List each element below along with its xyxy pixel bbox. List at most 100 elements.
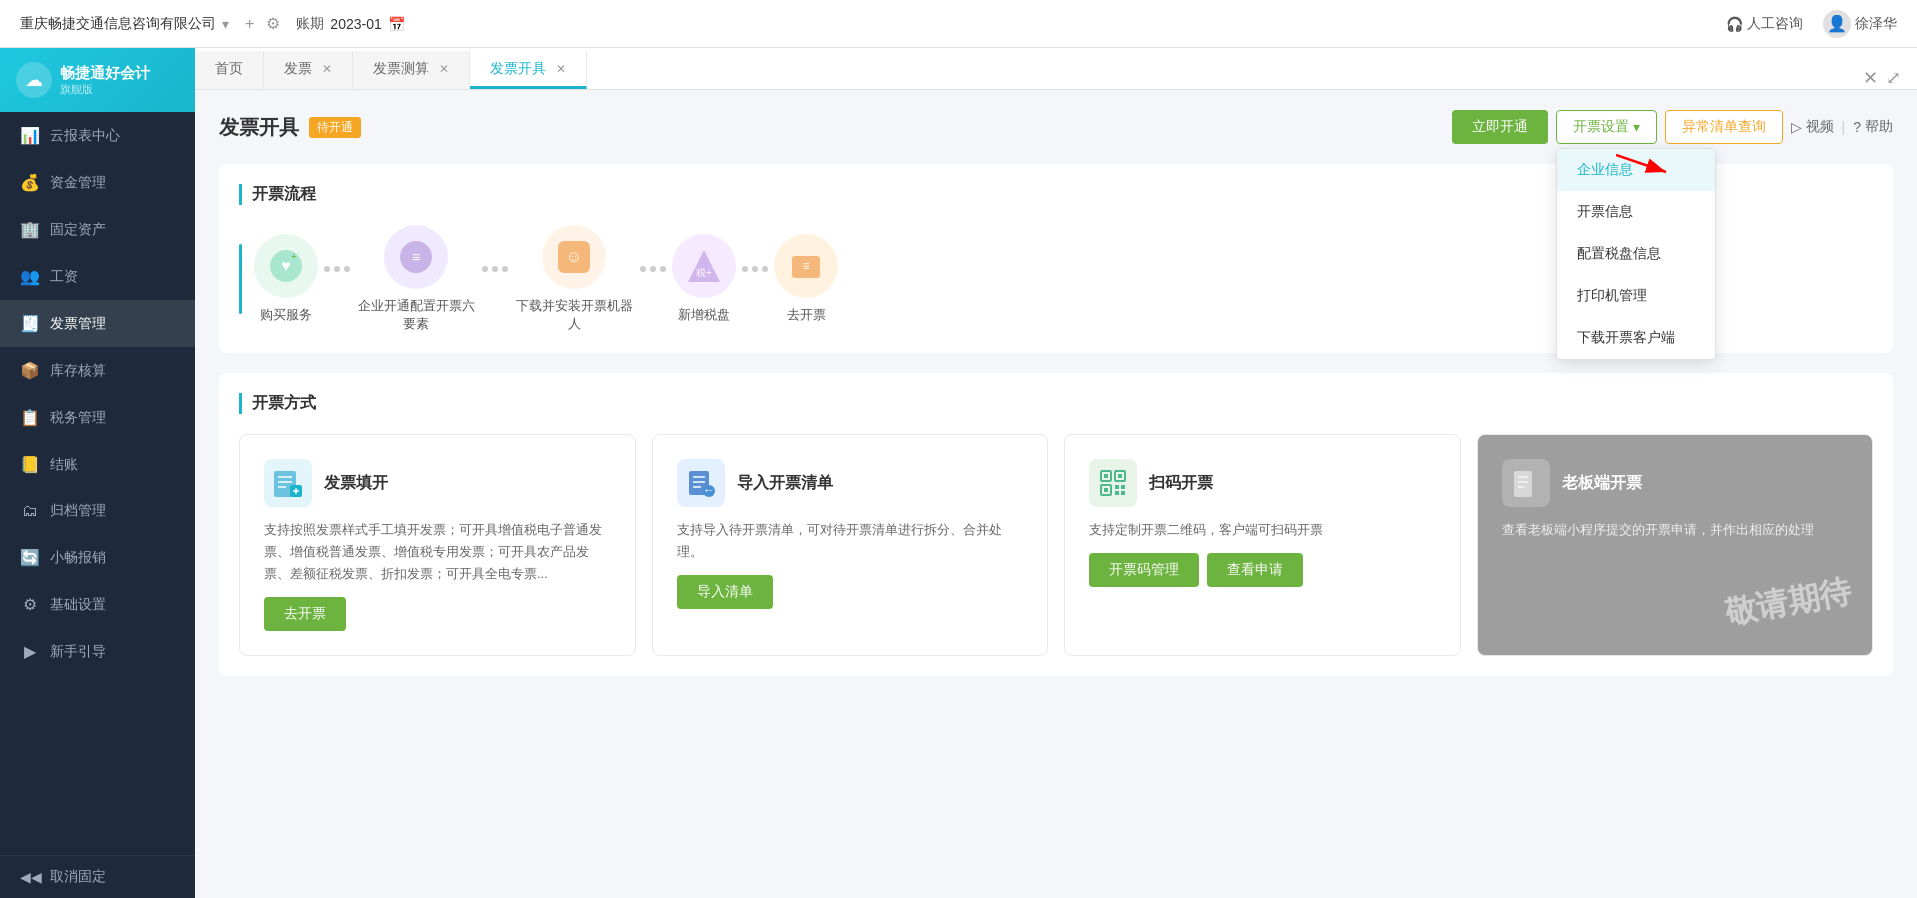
logo-area: ☁ 畅捷通好会计 旗舰版	[0, 48, 195, 112]
tab-close-window-icon[interactable]: ✕	[1863, 67, 1878, 89]
svg-text:+: +	[291, 251, 297, 262]
tab-fapiaokaju-close[interactable]: ✕	[556, 62, 566, 76]
watermark: 敬请期待	[1721, 571, 1855, 637]
sidebar-label: 固定资产	[50, 221, 106, 239]
sidebar-item-yunbiaobiao[interactable]: 📊 云报表中心	[0, 112, 195, 159]
sidebar-item-fapiao[interactable]: 🧾 发票管理	[0, 300, 195, 347]
svg-rect-29	[1104, 474, 1108, 478]
sidebar-item-xinshou[interactable]: ▶ 新手引导	[0, 628, 195, 675]
sidebar-label: 发票管理	[50, 315, 106, 333]
svg-rect-33	[1121, 485, 1125, 489]
tab-fapiaokaju[interactable]: 发票开具 ✕	[470, 51, 587, 89]
method-icon-2: ←	[677, 459, 725, 507]
method-icon-3	[1089, 459, 1137, 507]
method-header-2: ← 导入开票清单	[677, 459, 1024, 507]
flow-step-1-wrapper: ♥ + 购买服务	[239, 234, 318, 324]
dropdown-item-invoice-info[interactable]: 开票信息	[1557, 191, 1715, 233]
calendar-icon[interactable]: 📅	[388, 16, 405, 32]
method-card-fill: 发票填开 支持按照发票样式手工填开发票；可开具增值税电子普通发票、增值税普通发票…	[239, 434, 636, 656]
activate-button[interactable]: 立即开通	[1452, 110, 1548, 144]
method-section-title: 开票方式	[239, 393, 1873, 414]
method-desc-4: 查看老板端小程序提交的开票申请，并作出相应的处理	[1502, 519, 1849, 541]
tab-maximize-icon[interactable]: ⤢	[1886, 67, 1901, 89]
tab-fapiao-label: 发票	[284, 60, 312, 78]
dot	[762, 266, 768, 272]
svg-rect-31	[1104, 488, 1108, 492]
jiezhang-icon: 📒	[20, 455, 40, 474]
help-button[interactable]: ? 帮助	[1853, 118, 1893, 136]
flow-step-1: ♥ + 购买服务	[254, 234, 318, 324]
svg-line-1	[1616, 155, 1666, 172]
tab-fapiaokaju-label: 发票开具	[490, 60, 546, 78]
unpin-label: 取消固定	[50, 868, 106, 886]
divider: |	[1842, 119, 1846, 135]
method-btn-1[interactable]: 去开票	[264, 597, 346, 631]
tab-fapiao-close[interactable]: ✕	[322, 62, 332, 76]
company-dropdown-icon[interactable]: ▾	[222, 16, 229, 32]
support-button[interactable]: 🎧 人工咨询	[1726, 15, 1803, 33]
svg-text:☺: ☺	[566, 248, 582, 265]
sidebar-item-guidang[interactable]: 🗂 归档管理	[0, 488, 195, 534]
siwu-icon: 📋	[20, 408, 40, 427]
method-btn-3a[interactable]: 开票码管理	[1089, 553, 1199, 587]
help-icon: ?	[1853, 119, 1861, 135]
tab-fapiaocesuan-close[interactable]: ✕	[439, 62, 449, 76]
step-label-4: 新增税盘	[678, 306, 730, 324]
step-label-2: 企业开通配置开票六要素	[356, 297, 476, 333]
sidebar-label: 基础设置	[50, 596, 106, 614]
flow-step-4: 税+ 新增税盘	[672, 234, 736, 324]
sidebar-item-jichu[interactable]: ⚙ 基础设置	[0, 581, 195, 628]
sidebar-item-gongzi[interactable]: 👥 工资	[0, 253, 195, 300]
connector-3	[634, 266, 672, 272]
settings-button[interactable]: 开票设置 ▾	[1556, 110, 1657, 144]
sidebar-item-gudingzichan[interactable]: 🏢 固定资产	[0, 206, 195, 253]
user-avatar-icon: 👤	[1823, 10, 1851, 38]
sidebar-label: 库存核算	[50, 362, 106, 380]
sidebar-unpin-button[interactable]: ◀◀ 取消固定	[0, 855, 195, 898]
step-icon-1: ♥ +	[254, 234, 318, 298]
step-icon-5: ≡	[774, 234, 838, 298]
svg-rect-32	[1115, 485, 1119, 489]
sidebar-label: 工资	[50, 268, 78, 286]
tab-fapiaocesuan[interactable]: 发票测算 ✕	[353, 51, 470, 89]
step-label-1: 购买服务	[260, 306, 312, 324]
connector-1	[318, 266, 356, 272]
tab-fapiao[interactable]: 发票 ✕	[264, 51, 353, 89]
dot	[650, 266, 656, 272]
step-icon-3: ☺	[542, 225, 606, 289]
sidebar-item-kucun[interactable]: 📦 库存核算	[0, 347, 195, 394]
status-badge: 待开通	[309, 117, 361, 138]
sidebar-item-jiezhang[interactable]: 📒 结账	[0, 441, 195, 488]
dropdown-item-printer[interactable]: 打印机管理	[1557, 275, 1715, 317]
support-icon: 🎧	[1726, 16, 1743, 32]
tab-home[interactable]: 首页	[195, 51, 264, 89]
gongzi-icon: 👥	[20, 267, 40, 286]
anomaly-button[interactable]: 异常清单查询	[1665, 110, 1783, 144]
dropdown-item-download-client[interactable]: 下载开票客户端	[1557, 317, 1715, 359]
settings-button-label: 开票设置	[1573, 118, 1629, 136]
sidebar-item-zijin[interactable]: 💰 资金管理	[0, 159, 195, 206]
sidebar-item-xiaochang[interactable]: 🔄 小畅报销	[0, 534, 195, 581]
user-name: 徐泽华	[1855, 15, 1897, 33]
dot	[334, 266, 340, 272]
page-title-area: 发票开具 待开通	[219, 114, 361, 141]
sidebar-label: 新手引导	[50, 643, 106, 661]
method-btn-3b[interactable]: 查看申请	[1207, 553, 1303, 587]
method-btn-2[interactable]: 导入清单	[677, 575, 773, 609]
xinshou-icon: ▶	[20, 642, 40, 661]
user-info[interactable]: 👤 徐泽华	[1823, 10, 1897, 38]
svg-rect-34	[1115, 491, 1119, 495]
yunbiaobiao-icon: 📊	[20, 126, 40, 145]
methods-grid: 发票填开 支持按照发票样式手工填开发票；可开具增值税电子普通发票、增值税普通发票…	[239, 434, 1873, 656]
dot	[502, 266, 508, 272]
dot	[482, 266, 488, 272]
method-title-4: 老板端开票	[1562, 473, 1642, 494]
add-tab-icon[interactable]: +	[245, 15, 254, 33]
dot	[492, 266, 498, 272]
video-button[interactable]: ▷ 视频	[1791, 118, 1834, 136]
sidebar-item-siwu[interactable]: 📋 税务管理	[0, 394, 195, 441]
dropdown-item-taxdisk-info[interactable]: 配置税盘信息	[1557, 233, 1715, 275]
method-desc-2: 支持导入待开票清单，可对待开票清单进行拆分、合并处理。	[677, 519, 1024, 563]
settings-icon[interactable]: ⚙	[266, 14, 280, 33]
sidebar-label: 结账	[50, 456, 78, 474]
